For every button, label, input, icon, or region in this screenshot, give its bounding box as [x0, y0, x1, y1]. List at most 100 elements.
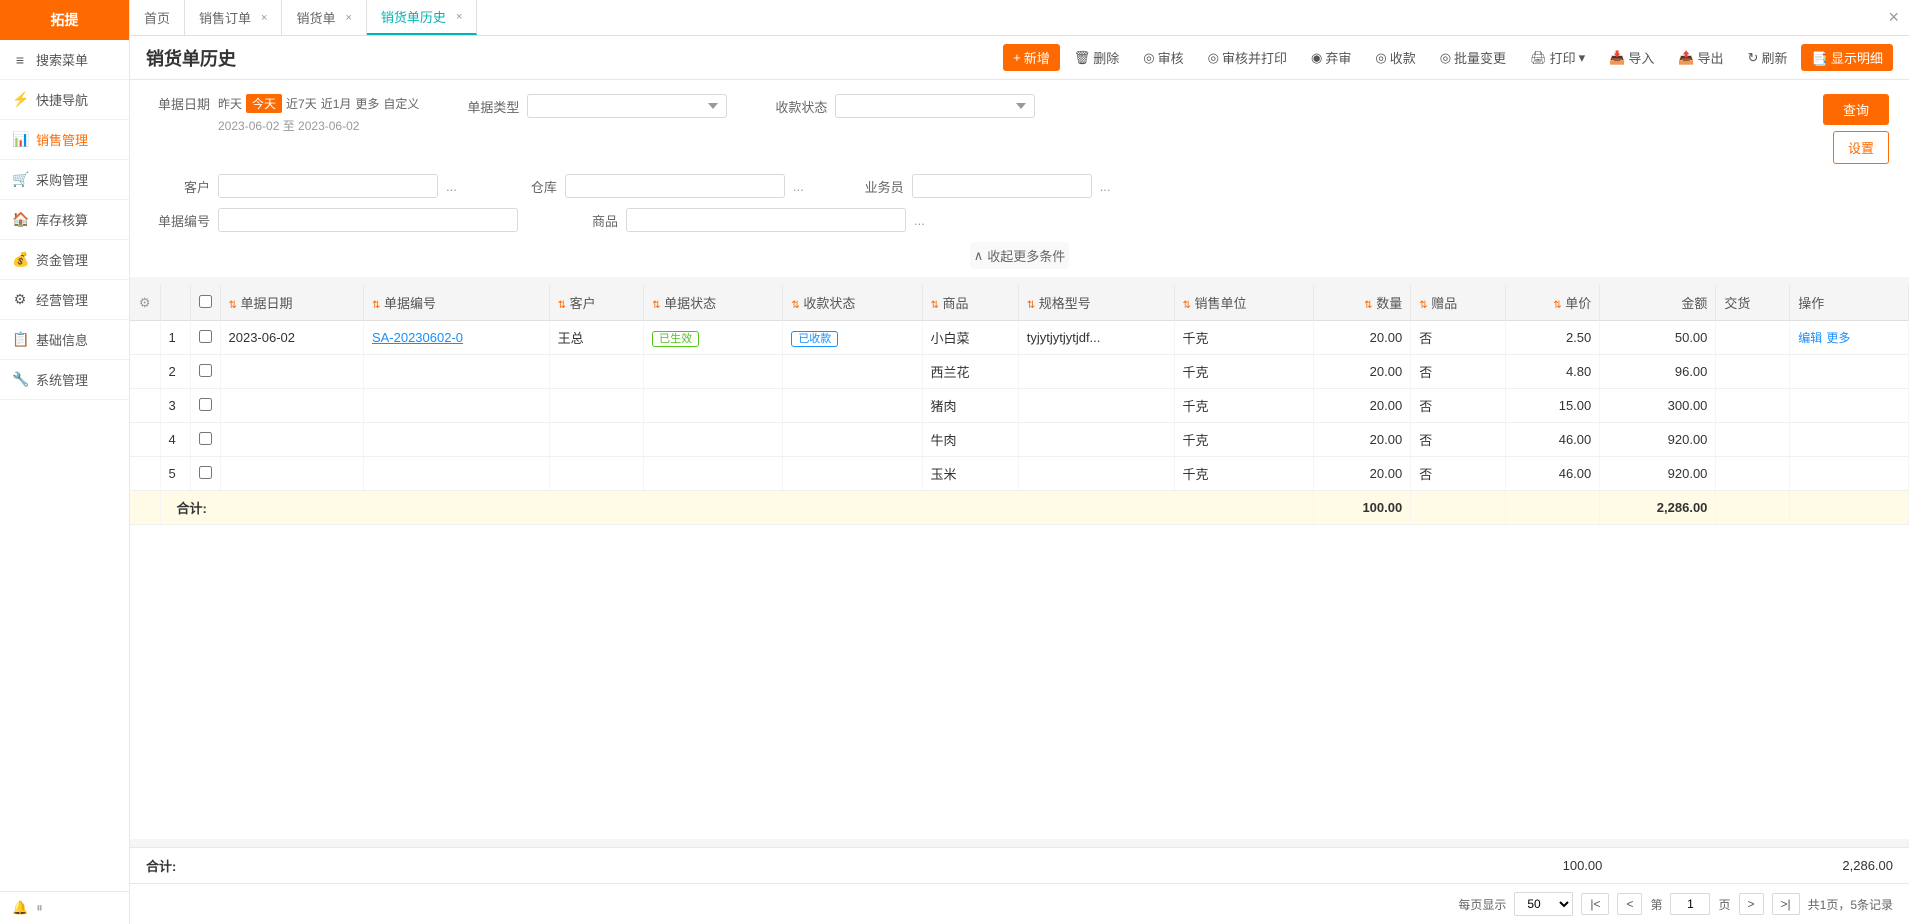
shortcut-yesterday[interactable]: 昨天 [218, 95, 242, 112]
last-page-button[interactable]: >| [1772, 893, 1800, 915]
sort-icon: ⇅ [1027, 300, 1035, 311]
per-page-select[interactable]: 50 100 200 [1514, 892, 1573, 916]
th-goods[interactable]: ⇅ 商品 [922, 285, 1018, 321]
warehouse-select-icon[interactable]: ... [793, 179, 804, 194]
content-area: 销货单历史 + 新增 🗑 删除 ◎ 审核 ◎ 审核并打印 ◉ 弃审 [130, 36, 1909, 924]
th-gift[interactable]: ⇅ 赠品 [1411, 285, 1506, 321]
row-ops-cell[interactable]: 编辑更多 [1790, 321, 1909, 355]
tab-sales-goods[interactable]: 销货单 × [282, 0, 366, 35]
row-check[interactable] [190, 321, 220, 355]
goods-select-icon[interactable]: ... [914, 213, 925, 228]
sidebar-item-basic-info[interactable]: 📋 基础信息 [0, 320, 129, 360]
sidebar-item-purchase-mgmt[interactable]: 🛒 采购管理 [0, 160, 129, 200]
doc-no-input[interactable] [218, 208, 518, 232]
tab-sales-history-close[interactable]: × [456, 11, 462, 23]
tab-sales-goods-close[interactable]: × [345, 12, 351, 24]
row-unit: 千克 [1174, 389, 1313, 423]
shortcut-custom[interactable]: 自定义 [383, 95, 419, 112]
display-detail-button[interactable]: 📑 显示明细 [1801, 44, 1893, 71]
query-button[interactable]: 查询 [1823, 94, 1889, 125]
sidebar-item-sys-mgmt[interactable]: 🔧 系统管理 [0, 360, 129, 400]
row-num: 4 [160, 423, 190, 457]
sidebar-item-inventory-calc[interactable]: 🏠 库存核算 [0, 200, 129, 240]
row-doc-no[interactable]: SA-20230602-0 [363, 321, 549, 355]
th-date[interactable]: ⇅ 单据日期 [220, 285, 363, 321]
sidebar-item-ops-mgmt[interactable]: ⚙ 经营管理 [0, 280, 129, 320]
delete-button[interactable]: 🗑 删除 [1064, 44, 1130, 71]
sidebar-item-search-menu[interactable]: ≡ 搜索菜单 [0, 40, 129, 80]
pause-icon[interactable]: ⏸ [36, 900, 43, 916]
col-check[interactable] [190, 285, 220, 321]
th-doc-status[interactable]: ⇅ 单据状态 [644, 285, 783, 321]
th-doc-no[interactable]: ⇅ 单据编号 [363, 285, 549, 321]
more-op[interactable]: 更多 [1826, 329, 1850, 346]
sidebar-item-fund-mgmt[interactable]: 💰 资金管理 [0, 240, 129, 280]
filter-area: 单据日期 昨天 今天 近7天 近1月 更多 自定义 2023-06-02 至 2… [130, 80, 1909, 277]
next-page-button[interactable]: > [1739, 893, 1764, 915]
shortcut-7days[interactable]: 近7天 [286, 95, 317, 112]
sidebar-item-quick-nav[interactable]: ⚡ 快捷导航 [0, 80, 129, 120]
goods-label: 商品 [558, 211, 618, 230]
goods-input[interactable] [626, 208, 906, 232]
row-ops-cell [1790, 389, 1909, 423]
row-check[interactable] [190, 355, 220, 389]
row-trade [1716, 389, 1790, 423]
new-button[interactable]: + 新增 [1003, 44, 1060, 71]
shortcut-more[interactable]: 更多 [355, 95, 379, 112]
row-check[interactable] [190, 423, 220, 457]
row-spec [1018, 423, 1174, 457]
review-icon: ◎ [1143, 50, 1154, 66]
sort-icon: ⇅ [1553, 300, 1561, 311]
row-check[interactable] [190, 389, 220, 423]
payment-status-select[interactable] [835, 94, 1035, 118]
select-all-checkbox[interactable] [199, 295, 212, 308]
abandon-button[interactable]: ◉ 弃审 [1301, 44, 1361, 71]
first-page-button[interactable]: |< [1581, 893, 1609, 915]
salesperson-label: 业务员 [844, 177, 904, 196]
refresh-button[interactable]: ↻ 刷新 [1738, 44, 1798, 71]
salesperson-input[interactable] [912, 174, 1092, 198]
page-number-input[interactable]: 1 [1670, 893, 1710, 915]
customer-input[interactable] [218, 174, 438, 198]
sidebar-item-sales-mgmt[interactable]: 📊 销售管理 [0, 120, 129, 160]
setting-button[interactable]: 设置 [1833, 131, 1889, 164]
customer-select-icon[interactable]: ... [446, 179, 457, 194]
tab-sales-order-close[interactable]: × [261, 12, 267, 24]
th-unit[interactable]: ⇅ 销售单位 [1174, 285, 1313, 321]
payment-status-label: 收款状态 [767, 97, 827, 116]
doc-no-link[interactable]: SA-20230602-0 [372, 330, 463, 345]
review-button[interactable]: ◎ 审核 [1133, 44, 1193, 71]
collect-button[interactable]: ◎ 收款 [1365, 44, 1425, 71]
th-payment-status[interactable]: ⇅ 收款状态 [783, 285, 922, 321]
export-button[interactable]: 📤 导出 [1668, 44, 1733, 71]
th-qty[interactable]: ⇅ 数量 [1313, 285, 1411, 321]
tab-sales-order[interactable]: 销售订单 × [185, 0, 282, 35]
row-unit: 千克 [1174, 355, 1313, 389]
sidebar-item-label: 资金管理 [36, 250, 88, 269]
th-customer[interactable]: ⇅ 客户 [549, 285, 644, 321]
row-check[interactable] [190, 457, 220, 491]
review-print-button[interactable]: ◎ 审核并打印 [1198, 44, 1297, 71]
col-settings[interactable]: ⚙ [130, 285, 160, 321]
tab-home[interactable]: 首页 [130, 0, 185, 35]
import-button[interactable]: 📥 导入 [1599, 44, 1664, 71]
doc-type-select[interactable] [527, 94, 727, 118]
prev-page-button[interactable]: < [1617, 893, 1642, 915]
tab-sales-history[interactable]: 销货单历史 × [367, 0, 477, 35]
shortcut-1month[interactable]: 近1月 [321, 95, 352, 112]
print-button[interactable]: 🖨 打印 ▾ [1520, 44, 1595, 71]
shortcut-today[interactable]: 今天 [246, 94, 282, 113]
th-amount[interactable]: 金额 [1600, 285, 1716, 321]
collapse-button[interactable]: ∧ 收起更多条件 [970, 242, 1070, 269]
edit-op[interactable]: 编辑 [1798, 329, 1822, 346]
row-amount: 96.00 [1600, 355, 1716, 389]
warehouse-input[interactable] [565, 174, 785, 198]
salesperson-select-icon[interactable]: ... [1100, 179, 1111, 194]
customer-label: 客户 [150, 177, 210, 196]
notification-icon[interactable]: 🔔 [12, 900, 28, 916]
batch-change-button[interactable]: ◎ 批量变更 [1430, 44, 1516, 71]
th-spec[interactable]: ⇅ 规格型号 [1018, 285, 1174, 321]
sort-icon: ⇅ [1419, 300, 1427, 311]
th-price[interactable]: ⇅ 单价 [1505, 285, 1600, 321]
tab-bar-close[interactable]: × [1888, 7, 1909, 28]
